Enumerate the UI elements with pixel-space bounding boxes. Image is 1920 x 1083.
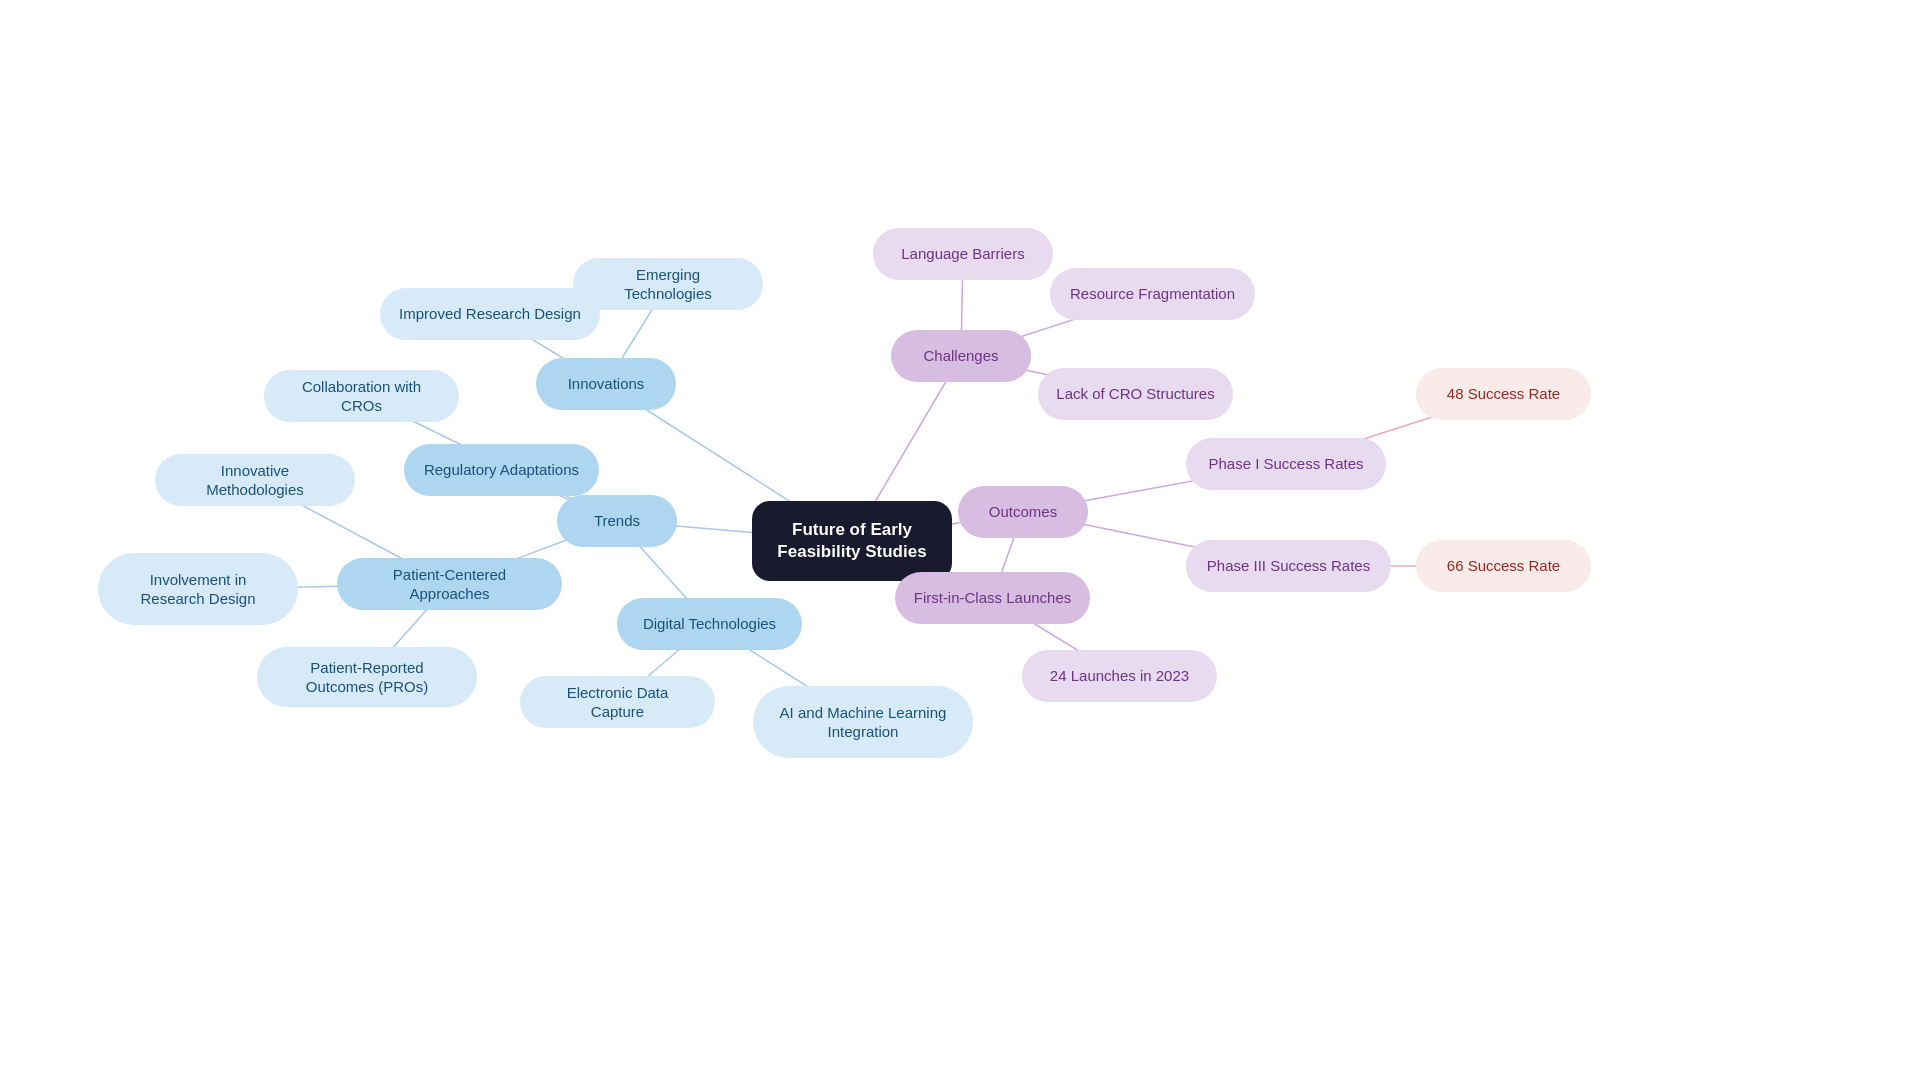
node-language_barriers: Language Barriers [873, 228, 1053, 280]
node-digital_tech: Digital Technologies [617, 598, 802, 650]
node-label-launches_2023: 24 Launches in 2023 [1050, 666, 1189, 686]
node-label-innovative_methods: Innovative Methodologies [173, 461, 337, 500]
node-phase3_success: Phase III Success Rates [1186, 540, 1391, 592]
node-label-resource_frag: Resource Fragmentation [1070, 284, 1235, 304]
node-label-improved_research: Improved Research Design [399, 304, 581, 324]
node-patient_centered: Patient-Centered Approaches [337, 558, 562, 610]
node-label-ai_ml: AI and Machine Learning Integration [771, 703, 955, 742]
node-lack_cro: Lack of CRO Structures [1038, 368, 1233, 420]
node-label-patient_reported: Patient-Reported Outcomes (PROs) [275, 658, 459, 697]
node-label-success_48: 48 Success Rate [1447, 384, 1560, 404]
node-challenges: Challenges [891, 330, 1031, 382]
node-resource_frag: Resource Fragmentation [1050, 268, 1255, 320]
node-label-outcomes: Outcomes [989, 502, 1057, 522]
node-trends: Trends [557, 495, 677, 547]
node-launches_2023: 24 Launches in 2023 [1022, 650, 1217, 702]
node-involvement: Involvement in Research Design [98, 553, 298, 625]
node-label-first_class: First-in-Class Launches [914, 588, 1072, 608]
node-label-trends: Trends [594, 511, 640, 531]
node-improved_research: Improved Research Design [380, 288, 600, 340]
node-electronic_data: Electronic Data Capture [520, 676, 715, 728]
node-innovations: Innovations [536, 358, 676, 410]
node-regulatory: Regulatory Adaptations [404, 444, 599, 496]
node-label-involvement: Involvement in Research Design [116, 570, 280, 609]
node-patient_reported: Patient-Reported Outcomes (PROs) [257, 647, 477, 707]
node-label-phase3_success: Phase III Success Rates [1207, 556, 1370, 576]
connections-svg [0, 0, 1920, 1083]
node-success_48: 48 Success Rate [1416, 368, 1591, 420]
node-phase1_success: Phase I Success Rates [1186, 438, 1386, 490]
node-center: Future of Early Feasibility Studies [752, 501, 952, 581]
node-label-electronic_data: Electronic Data Capture [538, 683, 697, 722]
node-outcomes: Outcomes [958, 486, 1088, 538]
node-first_class: First-in-Class Launches [895, 572, 1090, 624]
node-label-collab_cros: Collaboration with CROs [282, 377, 441, 416]
node-success_66: 66 Success Rate [1416, 540, 1591, 592]
node-label-lack_cro: Lack of CRO Structures [1056, 384, 1214, 404]
node-label-emerging_tech: Emerging Technologies [591, 265, 745, 304]
node-innovative_methods: Innovative Methodologies [155, 454, 355, 506]
node-label-digital_tech: Digital Technologies [643, 614, 776, 634]
node-label-success_66: 66 Success Rate [1447, 556, 1560, 576]
node-label-innovations: Innovations [568, 374, 645, 394]
node-label-center: Future of Early Feasibility Studies [770, 519, 934, 563]
node-collab_cros: Collaboration with CROs [264, 370, 459, 422]
mind-map: Future of Early Feasibility Studies Innov… [0, 0, 1920, 1083]
node-emerging_tech: Emerging Technologies [573, 258, 763, 310]
node-ai_ml: AI and Machine Learning Integration [753, 686, 973, 758]
node-label-patient_centered: Patient-Centered Approaches [355, 565, 544, 604]
node-label-regulatory: Regulatory Adaptations [424, 460, 579, 480]
node-label-phase1_success: Phase I Success Rates [1208, 454, 1363, 474]
node-label-challenges: Challenges [923, 346, 998, 366]
node-label-language_barriers: Language Barriers [901, 244, 1024, 264]
